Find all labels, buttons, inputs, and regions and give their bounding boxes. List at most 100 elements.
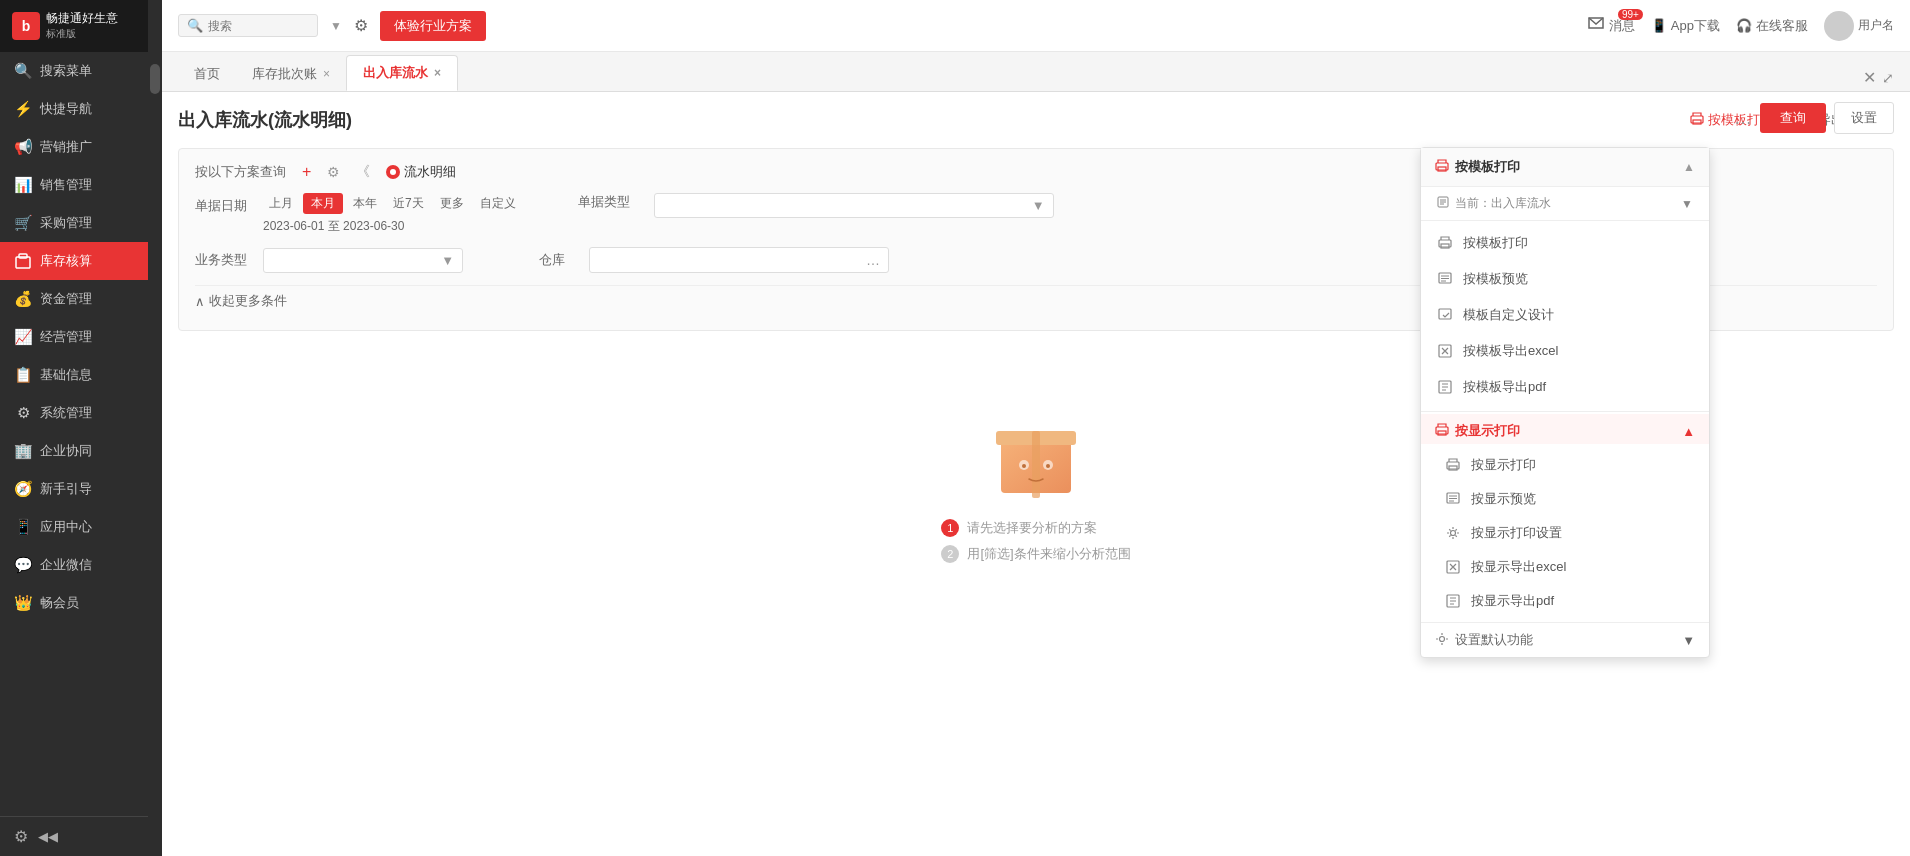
topbar-dropdown-icon[interactable]: ▼ xyxy=(330,19,342,33)
tab-home[interactable]: 首页 xyxy=(178,57,236,91)
date-tab-7days[interactable]: 近7天 xyxy=(387,193,430,214)
warehouse-more-icon[interactable]: … xyxy=(866,252,880,268)
date-tab-custom[interactable]: 自定义 xyxy=(474,193,522,214)
sidebar-item-guide[interactable]: 🧭 新手引导 xyxy=(0,470,148,508)
display-settings-item[interactable]: 按显示打印设置 xyxy=(1421,516,1709,550)
tab-label: 首页 xyxy=(194,65,220,83)
sidebar-item-search[interactable]: 🔍 搜索菜单 xyxy=(0,52,148,90)
step-1-num: 1 xyxy=(941,519,959,537)
display-pdf-icon xyxy=(1445,593,1461,609)
message-icon xyxy=(1587,15,1605,36)
sidebar-item-purchase[interactable]: 🛒 采购管理 xyxy=(0,204,148,242)
sidebar-item-finance[interactable]: 💰 资金管理 xyxy=(0,280,148,318)
template-preview-label: 按模板预览 xyxy=(1463,270,1528,288)
settings-icon[interactable]: ⚙ xyxy=(14,827,28,846)
date-tab-last-month[interactable]: 上月 xyxy=(263,193,299,214)
business-type-select-wrap[interactable]: ▼ xyxy=(263,248,463,273)
app-download-btn[interactable]: 📱 App下载 xyxy=(1651,17,1720,35)
logo-icon: b xyxy=(12,12,40,40)
sidebar-item-member[interactable]: 👑 畅会员 xyxy=(0,584,148,622)
display-excel-label: 按显示导出excel xyxy=(1471,558,1566,576)
print-dropdown-panel: 按模板打印 ▲ 当前：出入库流水 xyxy=(1420,147,1710,658)
close-tab-btn[interactable]: ✕ xyxy=(1863,68,1876,87)
scroll-handle[interactable] xyxy=(150,64,160,94)
sidebar-item-label: 畅会员 xyxy=(40,594,79,612)
sidebar-item-basic[interactable]: 📋 基础信息 xyxy=(0,356,148,394)
query-actions: … 查询 设置 xyxy=(1734,102,1894,134)
warehouse-input-wrap[interactable]: … xyxy=(589,247,889,273)
sidebar-item-corp[interactable]: 🏢 企业协同 xyxy=(0,432,148,470)
date-tab-current-month[interactable]: 本月 xyxy=(303,193,343,214)
filter-gear-icon[interactable]: ⚙ xyxy=(327,164,340,180)
template-excel-item[interactable]: 按模板导出excel xyxy=(1421,333,1709,369)
tab-label: 出入库流水 xyxy=(363,64,428,82)
sidebar-item-label: 搜索菜单 xyxy=(40,62,92,80)
current-template-label: 当前：出入库流水 xyxy=(1437,195,1551,212)
current-template-chevron[interactable]: ▼ xyxy=(1681,197,1693,211)
display-pdf-label: 按显示导出pdf xyxy=(1471,592,1554,610)
sidebar-item-label: 采购管理 xyxy=(40,214,92,232)
message-btn[interactable]: 99+ 消息 xyxy=(1587,15,1635,36)
template-preview-item[interactable]: 按模板预览 xyxy=(1421,261,1709,297)
filter-tag-active[interactable]: 流水明细 xyxy=(386,163,456,181)
search-bar[interactable]: 🔍 xyxy=(178,14,318,37)
template-pdf-item[interactable]: 按模板导出pdf xyxy=(1421,369,1709,405)
filter-collapse-icon[interactable]: 《 xyxy=(356,163,370,181)
sidebar-item-system[interactable]: ⚙ 系统管理 xyxy=(0,394,148,432)
svg-point-11 xyxy=(1046,464,1050,468)
tab-close-active-icon[interactable]: × xyxy=(434,66,441,80)
search-bar-icon: 🔍 xyxy=(187,18,203,33)
topbar-right: 99+ 消息 📱 App下载 🎧 在线客服 用户名 xyxy=(1587,11,1894,41)
date-tab-more[interactable]: 更多 xyxy=(434,193,470,214)
tab-flow[interactable]: 出入库流水 × xyxy=(346,55,458,91)
display-pdf-item[interactable]: 按显示导出pdf xyxy=(1421,584,1709,618)
sidebar-item-inventory[interactable]: 库存核算 xyxy=(0,242,148,280)
display-section-header[interactable]: 按显示打印 ▲ xyxy=(1421,414,1709,444)
display-section-title: 按显示打印 xyxy=(1435,422,1520,440)
display-excel-item[interactable]: 按显示导出excel xyxy=(1421,550,1709,584)
tab-label: 库存批次账 xyxy=(252,65,317,83)
display-preview-item[interactable]: 按显示预览 xyxy=(1421,482,1709,516)
collapse-label: 收起更多条件 xyxy=(209,292,287,310)
display-print-item[interactable]: 按显示打印 xyxy=(1421,448,1709,482)
template-custom-item[interactable]: 模板自定义设计 xyxy=(1421,297,1709,333)
page-header: 出入库流水(流水明细) 按模板打印 ▲ | xyxy=(178,108,1894,132)
tab-batch[interactable]: 库存批次账 × xyxy=(236,57,346,91)
display-section-chevron[interactable]: ▲ xyxy=(1682,424,1695,439)
sidebar-item-label: 经营管理 xyxy=(40,328,92,346)
user-avatar-area[interactable]: 用户名 xyxy=(1824,11,1894,41)
sidebar-item-wechat[interactable]: 💬 企业微信 xyxy=(0,546,148,584)
date-tab-current-year[interactable]: 本年 xyxy=(347,193,383,214)
date-range: 2023-06-01 至 2023-06-30 xyxy=(263,218,522,235)
dropdown-header-chevron[interactable]: ▲ xyxy=(1683,160,1695,174)
maximize-btn[interactable]: ⤢ xyxy=(1882,70,1894,86)
sidebar-item-operations[interactable]: 📈 经营管理 xyxy=(0,318,148,356)
online-service-btn[interactable]: 🎧 在线客服 xyxy=(1736,17,1808,35)
tab-close-icon[interactable]: × xyxy=(323,67,330,81)
empty-steps: 1 请先选择要分析的方案 2 用[筛选]条件来缩小分析范围 xyxy=(941,519,1130,563)
sidebar-item-appcenter[interactable]: 📱 应用中心 xyxy=(0,508,148,546)
settings-btn[interactable]: 设置 xyxy=(1834,102,1894,134)
current-template-text: 当前：出入库流水 xyxy=(1455,195,1551,212)
more-options-icon[interactable]: … xyxy=(1734,108,1752,129)
dropdown-divider xyxy=(1421,411,1709,412)
template-custom-icon xyxy=(1437,307,1453,323)
building-icon: 🏢 xyxy=(14,442,32,460)
collapse-sidebar-icon[interactable]: ◀◀ xyxy=(38,829,58,844)
sidebar-item-sales[interactable]: 📊 销售管理 xyxy=(0,166,148,204)
sidebar-item-quicknav[interactable]: ⚡ 快捷导航 xyxy=(0,90,148,128)
display-section-icon xyxy=(1435,423,1449,440)
trial-btn[interactable]: 体验行业方案 xyxy=(380,11,486,41)
sidebar-item-marketing[interactable]: 📢 营销推广 xyxy=(0,128,148,166)
search-input[interactable] xyxy=(208,19,308,33)
step-1-text: 请先选择要分析的方案 xyxy=(967,519,1097,537)
filter-add-icon[interactable]: + xyxy=(302,163,311,181)
topbar-gear-icon[interactable]: ⚙ xyxy=(354,16,368,35)
mobile-icon: 📱 xyxy=(1651,18,1667,33)
template-print-item[interactable]: 按模板打印 xyxy=(1421,225,1709,261)
sidebar-item-label: 新手引导 xyxy=(40,480,92,498)
dropdown-footer[interactable]: 设置默认功能 ▼ xyxy=(1421,622,1709,657)
voucher-type-select-wrap[interactable]: ▼ xyxy=(654,193,1054,218)
query-btn[interactable]: 查询 xyxy=(1760,103,1826,133)
current-template-icon xyxy=(1437,196,1449,211)
